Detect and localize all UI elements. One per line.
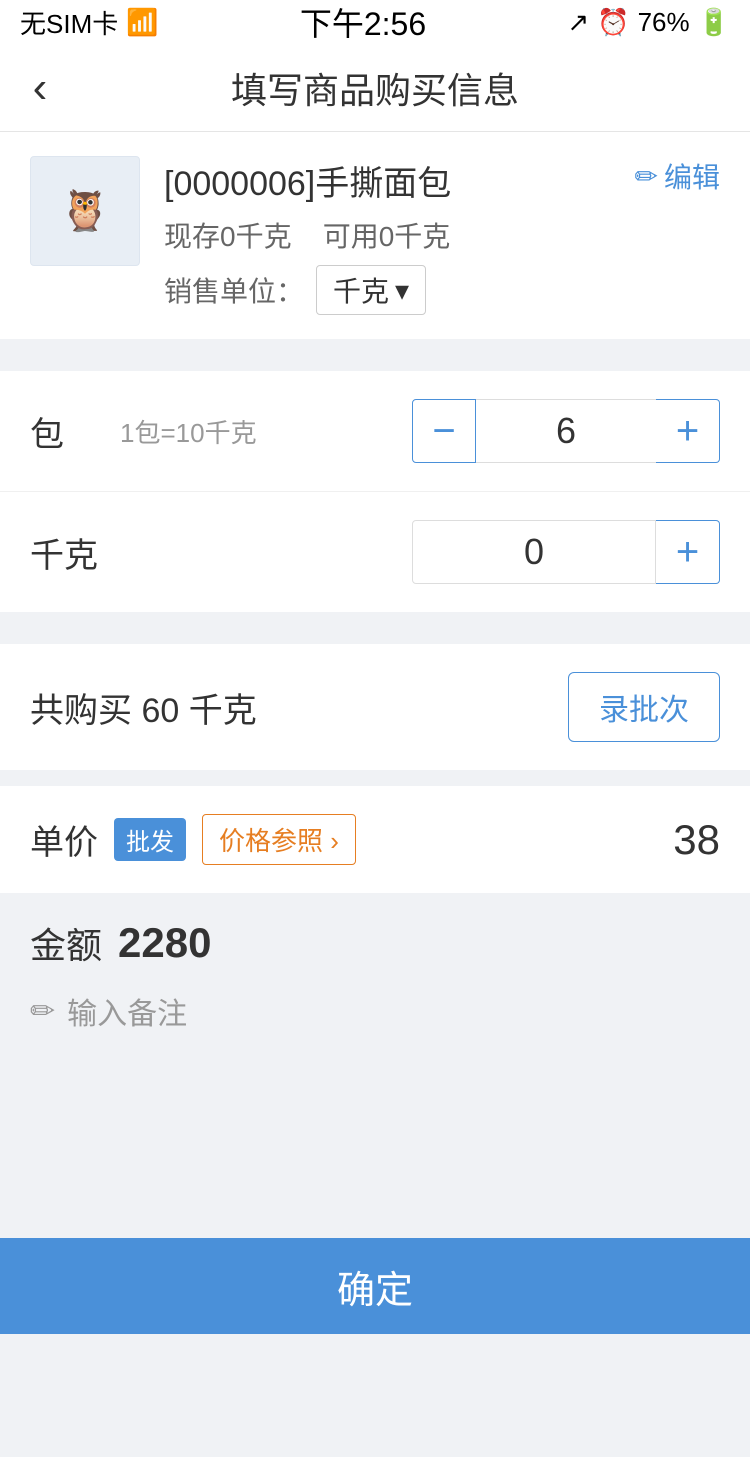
battery-icon: 🔋 — [698, 7, 730, 38]
carrier-label: 无SIM卡 — [20, 4, 118, 41]
amount-section: 金额 2280 ✏ 输入备注 — [0, 893, 750, 1057]
pack-minus-button[interactable]: − — [412, 399, 476, 463]
pack-label: 包 — [30, 407, 110, 456]
kg-quantity-input[interactable] — [412, 520, 656, 584]
confirm-button[interactable]: 确定 — [0, 1238, 750, 1334]
quantity-section: 包 1包=10千克 − + 千克 + — [0, 371, 750, 612]
unit-label: 销售单位： — [164, 270, 304, 310]
kg-plus-button[interactable]: + — [656, 520, 720, 584]
quantity-kg-row: 千克 + — [0, 492, 750, 612]
product-name: [0000006]手撕面包 — [164, 156, 451, 205]
separator-3 — [0, 770, 750, 786]
dropdown-arrow-icon: ▾ — [395, 274, 409, 307]
price-tag: 批发 — [114, 818, 186, 861]
edit-icon: ✏ — [635, 160, 658, 193]
product-thumbnail: 🦉 — [30, 156, 140, 266]
batch-button[interactable]: 录批次 — [568, 672, 720, 742]
product-card: 🦉 [0000006]手撕面包 ✏ 编辑 现存0千克 可用0千克 销售单位： 千… — [0, 132, 750, 339]
kg-label: 千克 — [30, 528, 412, 577]
location-icon: ↗ — [567, 7, 589, 38]
price-section: 单价 批发 价格参照 › 38 — [0, 786, 750, 893]
pack-quantity-input[interactable] — [476, 399, 656, 463]
summary-text: 共购买 60 千克 — [30, 683, 257, 732]
pack-hint: 1包=10千克 — [120, 413, 412, 450]
back-button[interactable]: ‹ — [0, 44, 80, 132]
time-label: 下午2:56 — [300, 0, 426, 45]
separator-2 — [0, 612, 750, 628]
summary-row: 共购买 60 千克 录批次 — [0, 644, 750, 770]
battery-label: 76% — [638, 7, 690, 38]
product-header-row: [0000006]手撕面包 ✏ 编辑 — [164, 156, 720, 215]
pack-quantity-control: − + — [412, 399, 720, 463]
price-left: 单价 批发 价格参照 › — [30, 814, 356, 865]
price-label: 单价 — [30, 815, 98, 864]
note-placeholder: 输入备注 — [67, 989, 187, 1033]
edit-button[interactable]: ✏ 编辑 — [635, 156, 720, 196]
page-title: 填写商品购买信息 — [231, 62, 519, 114]
price-reference-button[interactable]: 价格参照 › — [202, 814, 356, 865]
separator-1 — [0, 355, 750, 371]
status-right: ↗ ⏰ 76% 🔋 — [567, 7, 730, 38]
amount-label: 金额 — [30, 917, 102, 969]
edit-label: 编辑 — [664, 156, 720, 196]
wifi-icon: 📶 — [126, 7, 158, 38]
product-logo-icon: 🦉 — [60, 191, 110, 231]
status-left: 无SIM卡 📶 — [20, 4, 159, 41]
amount-row: 金额 2280 — [30, 917, 720, 969]
product-unit-row: 销售单位： 千克 ▾ — [164, 265, 720, 315]
unit-value: 千克 — [333, 270, 389, 310]
kg-quantity-control: + — [412, 520, 720, 584]
price-value: 38 — [673, 816, 720, 864]
stock-available: 可用0千克 — [323, 221, 451, 252]
pencil-icon: ✏ — [30, 994, 55, 1029]
product-info: [0000006]手撕面包 ✏ 编辑 现存0千克 可用0千克 销售单位： 千克 … — [164, 156, 720, 315]
amount-value: 2280 — [118, 919, 211, 967]
unit-selector[interactable]: 千克 ▾ — [316, 265, 426, 315]
alarm-icon: ⏰ — [597, 7, 629, 38]
quantity-pack-row: 包 1包=10千克 − + — [0, 371, 750, 492]
status-bar: 无SIM卡 📶 下午2:56 ↗ ⏰ 76% 🔋 — [0, 0, 750, 44]
product-stock: 现存0千克 可用0千克 — [164, 215, 720, 255]
note-row[interactable]: ✏ 输入备注 — [30, 989, 720, 1033]
stock-current: 现存0千克 — [164, 221, 292, 252]
nav-bar: ‹ 填写商品购买信息 — [0, 44, 750, 132]
price-row: 单价 批发 价格参照 › 38 — [30, 814, 720, 865]
pack-plus-button[interactable]: + — [656, 399, 720, 463]
